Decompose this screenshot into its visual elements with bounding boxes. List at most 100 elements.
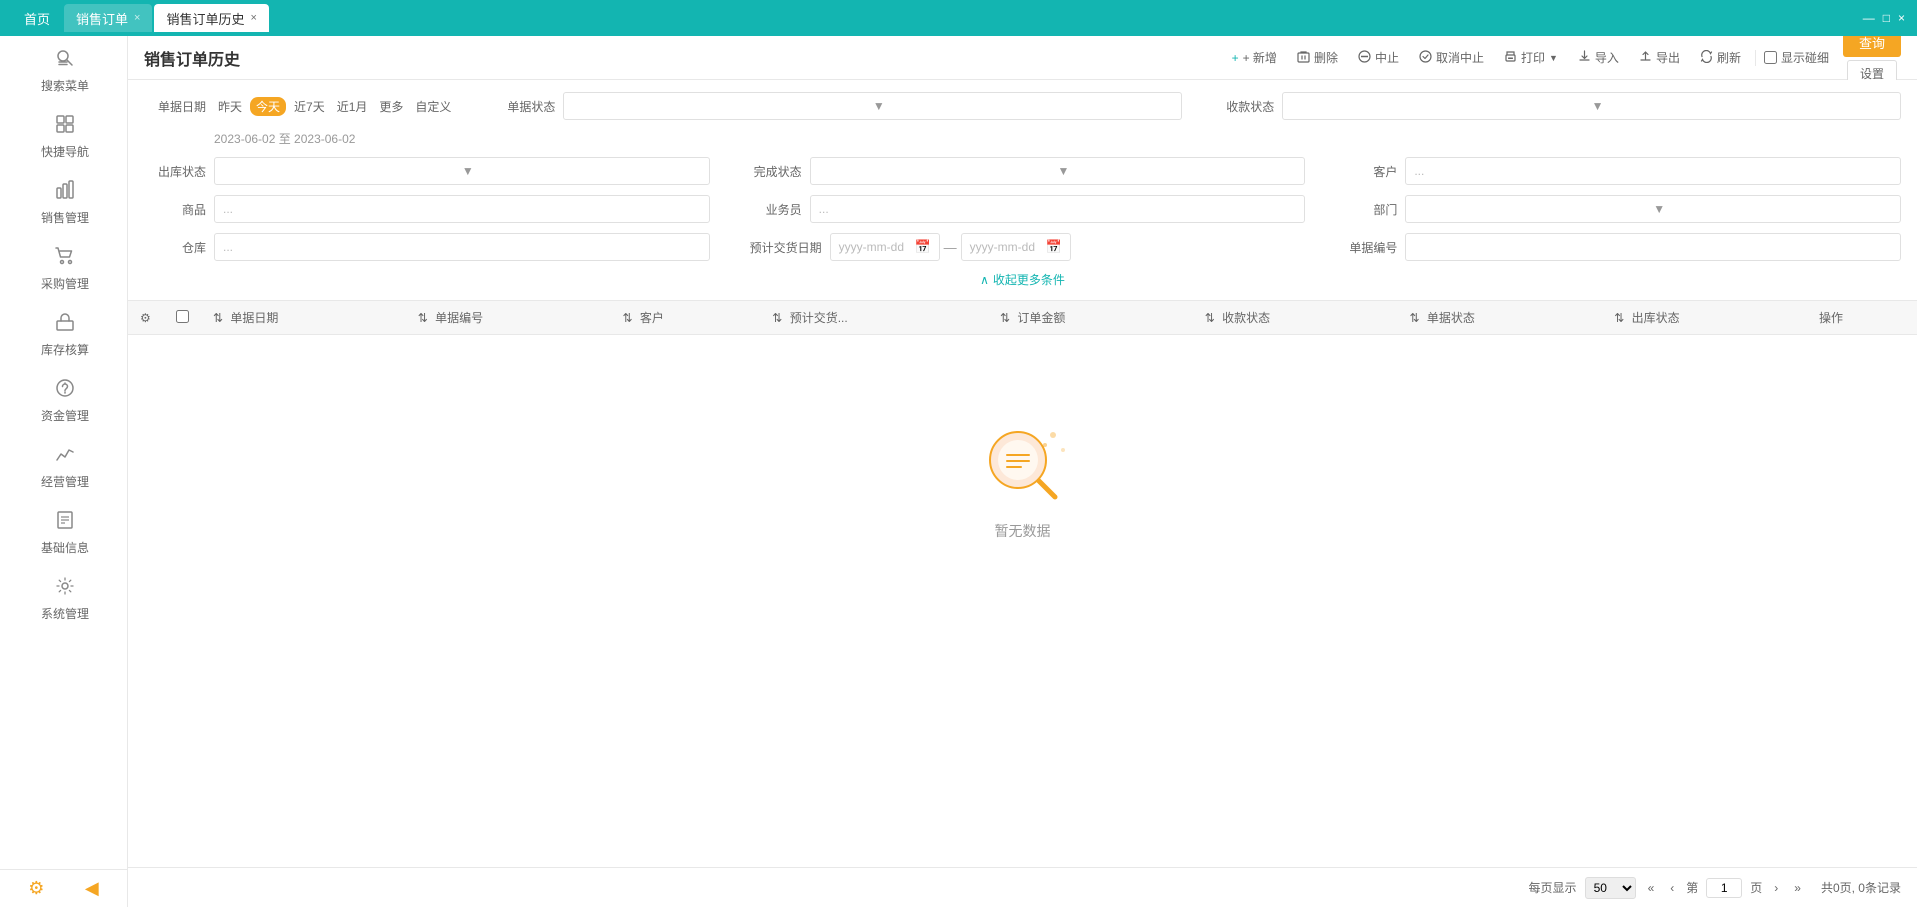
refresh-btn[interactable]: 刷新 [1694, 45, 1747, 70]
last7days-btn[interactable]: 近7天 [290, 97, 329, 116]
sidebar-quick-nav-label: 快捷导航 [41, 143, 89, 160]
th-order-amount: ⇅ 订单金额 [988, 301, 1193, 335]
tab-sales-order[interactable]: 销售订单 × [64, 4, 152, 32]
sidebar-item-ops-mgmt[interactable]: 经营管理 [0, 432, 127, 498]
sidebar-item-capital-mgmt[interactable]: 资金管理 [0, 366, 127, 432]
cancel-stop-label: 取消中止 [1436, 49, 1484, 66]
delete-btn[interactable]: 删除 [1291, 45, 1344, 70]
outbound-status-select[interactable]: ▼ [214, 157, 710, 185]
empty-illustration [963, 415, 1083, 505]
th-bill-status-sort-icon[interactable]: ⇅ [1409, 311, 1419, 325]
cal-to-icon: 📅 [1045, 239, 1061, 255]
window-maximize[interactable]: □ [1883, 11, 1890, 25]
sidebar-base-info-label: 基础信息 [41, 539, 89, 556]
sidebar-item-search-menu[interactable]: 搜索菜单 [0, 36, 127, 102]
department-select[interactable]: ▼ [1405, 195, 1901, 223]
th-expected-sort-icon[interactable]: ⇅ [772, 311, 782, 325]
th-customer-sort-icon[interactable]: ⇅ [623, 311, 633, 325]
window-close[interactable]: × [1898, 11, 1905, 25]
product-field[interactable]: ... [214, 195, 710, 223]
th-amount-sort-icon[interactable]: ⇅ [1000, 311, 1010, 325]
yesterday-btn[interactable]: 昨天 [214, 97, 246, 116]
th-bill-status-label: 单据状态 [1427, 311, 1475, 325]
collapse-row: ∧ 收起更多条件 [144, 271, 1901, 288]
window-minimize[interactable]: — [1863, 11, 1875, 25]
import-label: 导入 [1595, 49, 1619, 66]
query-btn[interactable]: 查询 [1843, 36, 1901, 57]
collapse-label: 收起更多条件 [993, 271, 1065, 288]
th-bill-no-sort-icon[interactable]: ⇅ [418, 311, 428, 325]
sidebar-sales-mgmt-label: 销售管理 [41, 209, 89, 226]
export-btn[interactable]: 导出 [1633, 45, 1686, 70]
sidebar-settings-btn[interactable]: ⚙ [28, 878, 44, 899]
more-btn[interactable]: 更多 [375, 97, 407, 116]
per-page-label: 每页显示 [1529, 879, 1577, 896]
next-page-btn[interactable]: › [1770, 879, 1782, 897]
tab-sales-order-history[interactable]: 销售订单历史 × [154, 4, 268, 32]
per-page-select[interactable]: 50 10 20 100 [1585, 877, 1636, 899]
th-bill-date-label: 单据日期 [230, 311, 278, 325]
salesperson-field[interactable]: ... [810, 195, 1306, 223]
today-btn[interactable]: 今天 [250, 97, 286, 116]
sidebar-item-purchase-mgmt[interactable]: 采购管理 [0, 234, 127, 300]
first-page-btn[interactable]: « [1644, 879, 1659, 897]
th-outbound-label: 出库状态 [1632, 311, 1680, 325]
current-page-input[interactable] [1706, 878, 1742, 898]
tab-sales-order-history-close[interactable]: × [250, 12, 256, 24]
last1month-btn[interactable]: 近1月 [333, 97, 372, 116]
data-table: ⚙ ⇅ 单据日期 ⇅ 单据编号 [128, 301, 1917, 621]
sales-mgmt-icon [55, 180, 75, 205]
sidebar-item-sys-mgmt[interactable]: 系统管理 [0, 564, 127, 630]
customer-field[interactable]: ... [1405, 157, 1901, 185]
gear-settings-icon[interactable]: ⚙ [140, 311, 151, 325]
th-outbound-sort-icon[interactable]: ⇅ [1614, 311, 1624, 325]
filter-area: 单据日期 昨天 今天 近7天 近1月 更多 自定义 单据状态 ▼ [128, 80, 1917, 301]
sidebar-item-quick-nav[interactable]: 快捷导航 [0, 102, 127, 168]
empty-text: 暂无数据 [995, 521, 1051, 541]
bill-number-field[interactable] [1405, 233, 1901, 261]
sidebar-item-inventory[interactable]: 库存核算 [0, 300, 127, 366]
bill-status-label: 单据状态 [493, 98, 563, 115]
tab-sales-order-history-label: 销售订单历史 [166, 9, 244, 28]
salesperson-dots: ... [819, 202, 829, 216]
bill-status-select[interactable]: ▼ [563, 92, 1182, 120]
expected-date-to[interactable]: yyyy-mm-dd 📅 [961, 233, 1071, 261]
expected-date-from[interactable]: yyyy-mm-dd 📅 [830, 233, 940, 261]
th-amount-label: 订单金额 [1017, 311, 1065, 325]
complete-status-label: 完成状态 [740, 163, 810, 180]
sidebar-collapse-btn[interactable]: ◀ [85, 878, 99, 899]
last-page-btn[interactable]: » [1790, 879, 1805, 897]
select-all-checkbox[interactable] [176, 310, 189, 323]
collapse-icon: ∧ [980, 273, 989, 287]
collapse-btn[interactable]: ∧ 收起更多条件 [980, 271, 1065, 288]
table-body: 暂无数据 [128, 335, 1917, 622]
new-btn[interactable]: + + 新增 [1226, 45, 1283, 70]
print-btn[interactable]: 打印 ▼ [1498, 45, 1564, 70]
tab-home[interactable]: 首页 [12, 4, 62, 32]
sidebar-item-base-info[interactable]: 基础信息 [0, 498, 127, 564]
stop-btn[interactable]: 中止 [1352, 45, 1405, 70]
th-expected-delivery: ⇅ 预计交货... [760, 301, 988, 335]
display-cols-input[interactable] [1764, 51, 1777, 64]
prev-page-btn[interactable]: ‹ [1666, 879, 1678, 897]
date-label: 单据日期 [144, 98, 214, 115]
receipt-status-select[interactable]: ▼ [1282, 92, 1901, 120]
warehouse-field[interactable]: ... [214, 233, 710, 261]
complete-status-select[interactable]: ▼ [810, 157, 1306, 185]
table-header-row: ⚙ ⇅ 单据日期 ⇅ 单据编号 [128, 301, 1917, 335]
th-outbound-status: ⇅ 出库状态 [1602, 301, 1807, 335]
sidebar-item-sales-mgmt[interactable]: 销售管理 [0, 168, 127, 234]
custom-btn[interactable]: 自定义 [411, 97, 455, 116]
th-receipt-sort-icon[interactable]: ⇅ [1205, 311, 1215, 325]
sidebar-sys-mgmt-label: 系统管理 [41, 605, 89, 622]
th-bill-date-sort-icon[interactable]: ⇅ [213, 311, 223, 325]
display-cols-checkbox[interactable]: 显示碰细 [1764, 49, 1829, 66]
new-icon: + [1232, 51, 1239, 65]
import-btn[interactable]: 导入 [1572, 45, 1625, 70]
tab-sales-order-close[interactable]: × [134, 12, 140, 24]
filter-row-1: 单据日期 昨天 今天 近7天 近1月 更多 自定义 单据状态 ▼ [144, 92, 1901, 120]
table-header: ⚙ ⇅ 单据日期 ⇅ 单据编号 [128, 301, 1917, 335]
stop-label: 中止 [1375, 49, 1399, 66]
cancel-stop-btn[interactable]: 取消中止 [1413, 45, 1490, 70]
quick-nav-icon [55, 114, 75, 139]
